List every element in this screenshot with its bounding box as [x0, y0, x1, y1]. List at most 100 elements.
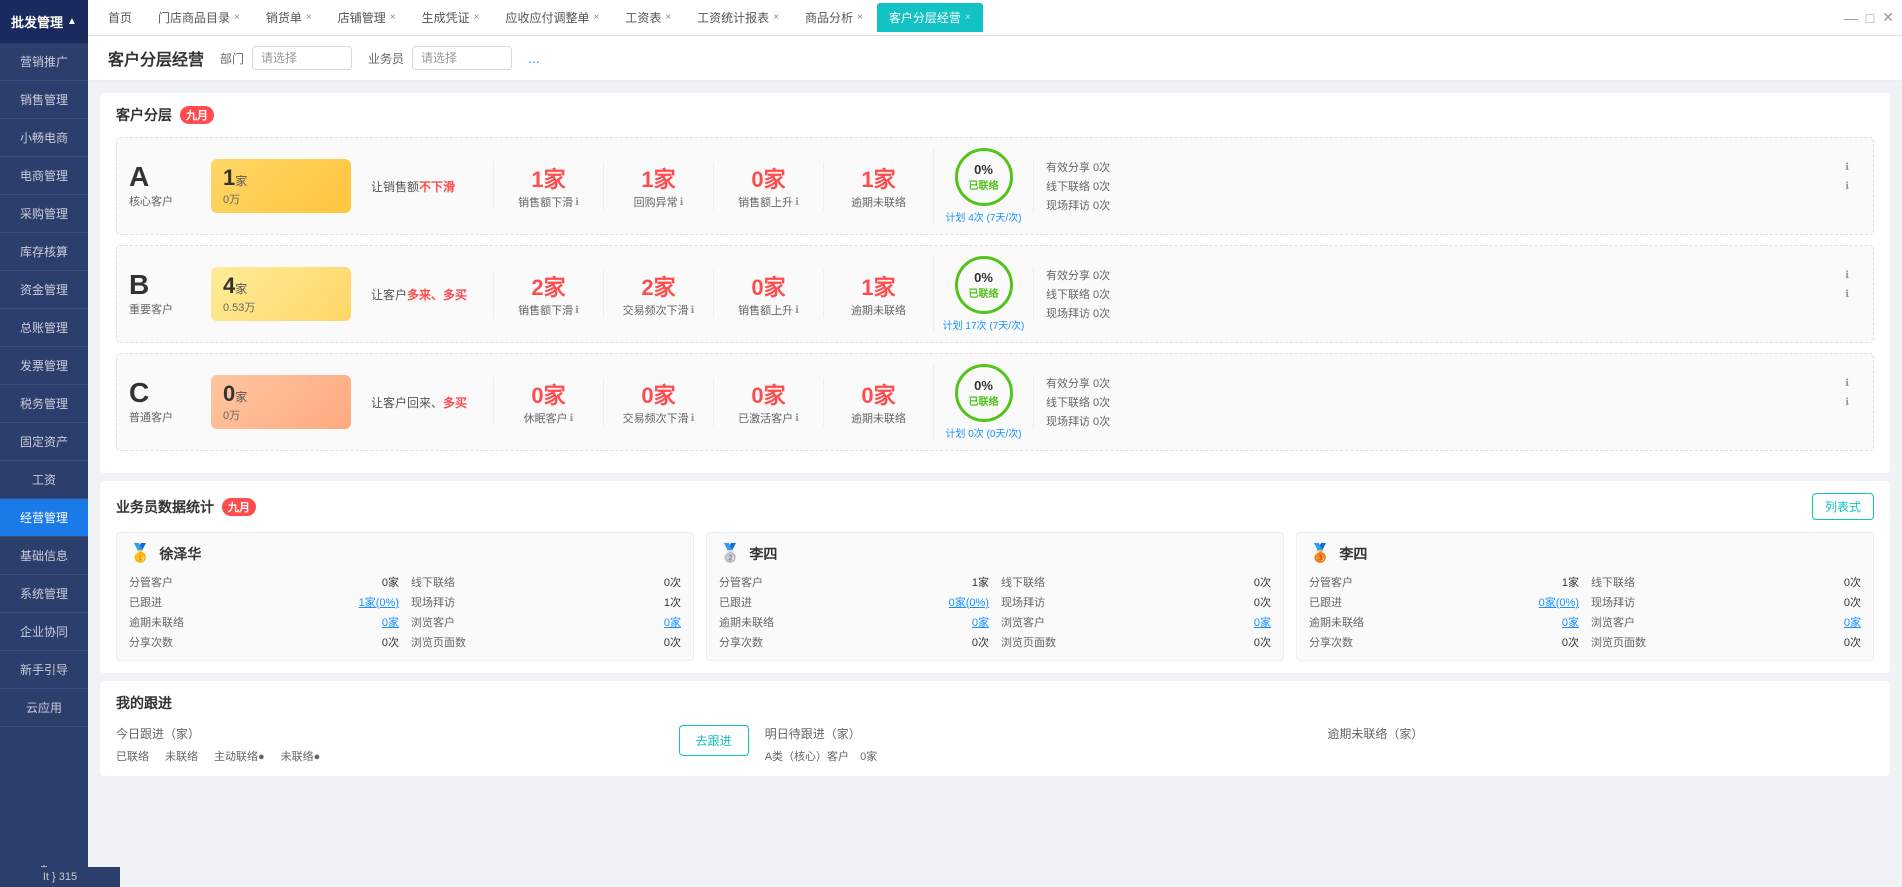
- staff-name: 李四: [749, 544, 777, 564]
- tier-count-B[interactable]: 4家 0.53万: [211, 267, 351, 321]
- tab-close-生成凭证[interactable]: ×: [474, 12, 480, 23]
- sidebar-item-销售管理[interactable]: 销售管理: [0, 81, 88, 119]
- biz-title: 业务员数据统计 九月: [116, 497, 256, 517]
- staff-stat: 分享次数 0次: [129, 634, 399, 650]
- sidebar-item-库存核算[interactable]: 库存核算: [0, 233, 88, 271]
- sidebar-item-总账管理[interactable]: 总账管理: [0, 309, 88, 347]
- sidebar-item-资金管理[interactable]: 资金管理: [0, 271, 88, 309]
- staff-card-李四: 🥈 李四 分管客户 1家 线下联络 0次 已跟进 0家(0%) 现场拜访 0次 …: [706, 532, 1284, 661]
- sidebar-item-新手引导[interactable]: 新手引导: [0, 651, 88, 689]
- staff-stat: 浏览页面数 0次: [1001, 634, 1271, 650]
- staff-grid: 🥇 徐泽华 分管客户 0家 线下联络 0次 已跟进 1家(0%) 现场拜访 1次…: [116, 532, 1874, 661]
- sidebar-item-云应用[interactable]: 云应用: [0, 689, 88, 727]
- bottom-hint: It } 315: [0, 867, 120, 887]
- staff-stat: 浏览客户 0家: [1591, 614, 1861, 630]
- staff-stat: 线下联络 0次: [1591, 574, 1861, 590]
- staff-card-李四: 🥉 李四 分管客户 1家 线下联络 0次 已跟进 0家(0%) 现场拜访 0次 …: [1296, 532, 1874, 661]
- tier-right-stats-B: 有效分享 0次ℹ线下联络 0次ℹ现场拜访 0次: [1033, 267, 1861, 321]
- tab-商品分析[interactable]: 商品分析×: [793, 3, 875, 32]
- staff-name: 徐泽华: [159, 544, 201, 564]
- staff-stat: 已跟进 0家(0%): [1309, 594, 1579, 610]
- main-area: 首页门店商品目录×销货单×店铺管理×生成凭证×应收应付调整单×工资表×工资统计报…: [88, 0, 1902, 887]
- sidebar-item-基础信息[interactable]: 基础信息: [0, 537, 88, 575]
- sidebar-item-工资[interactable]: 工资: [0, 461, 88, 499]
- tab-close-店铺管理[interactable]: ×: [390, 12, 396, 23]
- minimize-icon[interactable]: —: [1844, 10, 1858, 26]
- tab-生成凭证[interactable]: 生成凭证×: [410, 3, 492, 32]
- tier-stat1-C: 0家 休眠客户 ℹ: [493, 378, 603, 426]
- staff-stat: 浏览页面数 0次: [1591, 634, 1861, 650]
- tab-首页[interactable]: 首页: [96, 3, 144, 32]
- list-view-button[interactable]: 列表式: [1812, 493, 1874, 520]
- tier-count-C[interactable]: 0家 0万: [211, 375, 351, 429]
- sidebar-item-企业协同[interactable]: 企业协同: [0, 613, 88, 651]
- tab-close-应收应付调整单[interactable]: ×: [593, 12, 599, 23]
- staff-stat: 逾期未联络 0家: [1309, 614, 1579, 630]
- sidebar-item-发票管理[interactable]: 发票管理: [0, 347, 88, 385]
- tier-row-C: C 普通客户 0家 0万 让客户回来、多买 0家 休眠客户 ℹ 0家 交易频次下…: [116, 353, 1874, 451]
- tomorrow-followup: 明日待跟进（家） A类（核心）客户 0家: [765, 725, 1312, 764]
- staff-stat: 逾期未联络 0家: [719, 614, 989, 630]
- staff-stat: 分管客户 0家: [129, 574, 399, 590]
- tier-circle-C: 0% 已联络 计划 0次 (0天/次): [933, 364, 1033, 440]
- tier-row-B: B 重要客户 4家 0.53万 让客户多来、多买 2家 销售额下滑 ℹ 2家 交…: [116, 245, 1874, 343]
- tier-stat1-B: 2家 销售额下滑 ℹ: [493, 270, 603, 318]
- tier-label-A: A 核心客户: [129, 163, 199, 209]
- tab-店铺管理[interactable]: 店铺管理×: [326, 3, 408, 32]
- tab-工资统计报表[interactable]: 工资统计报表×: [685, 3, 791, 32]
- tab-应收应付调整单[interactable]: 应收应付调整单×: [493, 3, 611, 32]
- sidebar-header[interactable]: 批发管理 ▲: [0, 0, 88, 43]
- sidebar-item-固定资产[interactable]: 固定资产: [0, 423, 88, 461]
- sidebar-title: 批发管理: [11, 12, 63, 31]
- tab-工资表[interactable]: 工资表×: [613, 3, 683, 32]
- tier-stat3-A: 0家 销售额上升 ℹ: [713, 162, 823, 210]
- close-icon[interactable]: ✕: [1882, 9, 1894, 26]
- sidebar-item-电商管理[interactable]: 电商管理: [0, 157, 88, 195]
- sidebar-collapse-icon[interactable]: ▲: [67, 16, 77, 27]
- tab-销货单[interactable]: 销货单×: [254, 3, 324, 32]
- dept-label: 部门: [220, 50, 244, 67]
- biz-header: 业务员数据统计 九月 列表式: [116, 493, 1874, 520]
- sidebar-item-采购管理[interactable]: 采购管理: [0, 195, 88, 233]
- staff-stat: 线下联络 0次: [1001, 574, 1271, 590]
- tab-客户分层经营[interactable]: 客户分层经营×: [877, 3, 983, 32]
- tab-门店商品目录[interactable]: 门店商品目录×: [146, 3, 252, 32]
- customer-tier-title: 客户分层 九月: [116, 105, 1874, 125]
- staff-stat: 线下联络 0次: [411, 574, 681, 590]
- restore-icon[interactable]: □: [1866, 10, 1874, 26]
- tier-circle-B: 0% 已联络 计划 17次 (7天/次): [933, 256, 1033, 332]
- sidebar-item-小畅电商[interactable]: 小畅电商: [0, 119, 88, 157]
- tab-close-客户分层经营[interactable]: ×: [965, 12, 971, 23]
- tab-close-销货单[interactable]: ×: [306, 12, 312, 23]
- tab-close-商品分析[interactable]: ×: [857, 12, 863, 23]
- sidebar-item-税务管理[interactable]: 税务管理: [0, 385, 88, 423]
- dept-select[interactable]: 请选择: [252, 46, 352, 70]
- staff-select[interactable]: 请选择: [412, 46, 512, 70]
- today-label: 今日跟进（家）: [116, 725, 663, 742]
- biz-section: 业务员数据统计 九月 列表式 🥇 徐泽华 分管客户 0家 线下联络 0次 已跟进…: [100, 481, 1890, 673]
- tier-stat2-C: 0家 交易频次下滑 ℹ: [603, 378, 713, 426]
- tier-contact-B: 1家 逾期未联络: [823, 270, 933, 318]
- dept-filter: 部门 请选择: [220, 46, 352, 70]
- staff-stat: 分管客户 1家: [1309, 574, 1579, 590]
- staff-stat: 逾期未联络 0家: [129, 614, 399, 630]
- sidebar-item-系统管理[interactable]: 系统管理: [0, 575, 88, 613]
- staff-stat: 现场拜访 0次: [1591, 594, 1861, 610]
- staff-card-徐泽华: 🥇 徐泽华 分管客户 0家 线下联络 0次 已跟进 1家(0%) 现场拜访 1次…: [116, 532, 694, 661]
- followup-grid: 今日跟进（家） 已联络 未联络 主动联络● 未联络● 去跟进 明日待跟进（家） …: [116, 725, 1874, 764]
- tab-close-门店商品目录[interactable]: ×: [234, 12, 240, 23]
- tab-close-工资表[interactable]: ×: [665, 12, 671, 23]
- go-followup-button[interactable]: 去跟进: [679, 725, 749, 756]
- staff-stat: 分管客户 1家: [719, 574, 989, 590]
- staff-stat: 分享次数 0次: [1309, 634, 1579, 650]
- sidebar-item-营销推广[interactable]: 营销推广: [0, 43, 88, 81]
- month-badge: 九月: [180, 106, 214, 124]
- tier-right-stats-C: 有效分享 0次ℹ线下联络 0次ℹ现场拜访 0次: [1033, 375, 1861, 429]
- tier-stat1-A: 1家 销售额下滑 ℹ: [493, 162, 603, 210]
- page-header: 客户分层经营 部门 请选择 业务员 请选择 ...: [88, 36, 1902, 81]
- tab-close-工资统计报表[interactable]: ×: [773, 12, 779, 23]
- more-button[interactable]: ...: [528, 50, 540, 66]
- tier-count-A[interactable]: 1家 0万: [211, 159, 351, 213]
- sidebar-item-经营管理[interactable]: 经营管理: [0, 499, 88, 537]
- sidebar: 批发管理 ▲ 营销推广销售管理小畅电商电商管理采购管理库存核算资金管理总账管理发…: [0, 0, 88, 887]
